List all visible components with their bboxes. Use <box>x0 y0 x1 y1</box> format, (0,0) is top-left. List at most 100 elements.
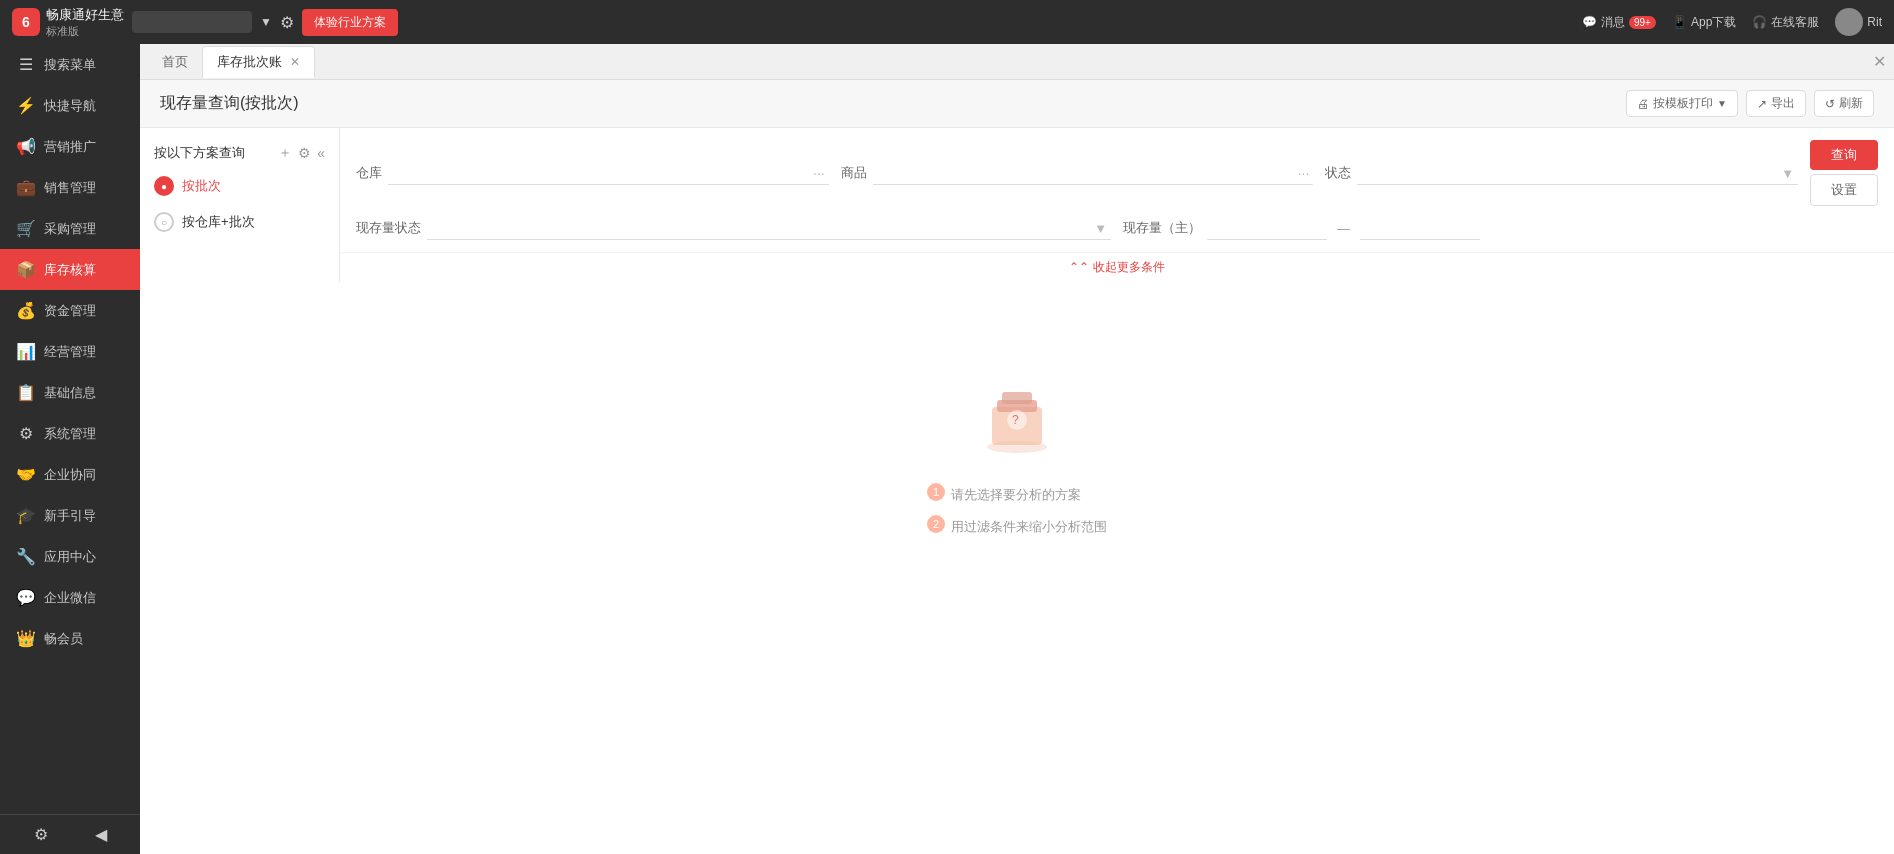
product-input[interactable] <box>873 161 1314 185</box>
user-avatar-item[interactable]: Rit <box>1835 8 1882 36</box>
sidebar-label-search-menu: 搜索菜单 <box>44 56 96 74</box>
tip-2-number: 2 <box>927 515 945 533</box>
brand-name: 畅康通好生意 <box>46 6 124 24</box>
newbie-icon: 🎓 <box>16 506 36 525</box>
settings-icon-button[interactable]: ⚙ <box>280 13 294 32</box>
search-input[interactable] <box>132 11 252 33</box>
logo-area: 6 畅康通好生意 标准版 <box>12 6 124 39</box>
member-icon: 👑 <box>16 629 36 648</box>
sidebar-item-finance[interactable]: 💰 资金管理 <box>0 290 140 331</box>
sidebar-item-newbie[interactable]: 🎓 新手引导 <box>0 495 140 536</box>
online-service-item[interactable]: 🎧 在线客服 <box>1752 14 1819 31</box>
sidebar-settings-button[interactable]: ⚙ <box>34 825 48 844</box>
refresh-button[interactable]: ↺ 刷新 <box>1814 90 1874 117</box>
inventory-amount-to-input[interactable] <box>1360 216 1480 240</box>
sidebar-label-marketing: 营销推广 <box>44 138 96 156</box>
brand-sub: 标准版 <box>46 24 124 39</box>
inventory-status-select[interactable] <box>427 216 1111 240</box>
tip-1-text: 请先选择要分析的方案 <box>951 482 1081 508</box>
product-input-wrapper: ··· <box>873 161 1314 185</box>
tab-close-icon[interactable]: ✕ <box>290 55 300 69</box>
collapse-label: 收起更多条件 <box>1093 260 1165 274</box>
sidebar-item-marketing[interactable]: 📢 营销推广 <box>0 126 140 167</box>
user-name: Rit <box>1867 15 1882 29</box>
print-icon: 🖨 <box>1637 97 1649 111</box>
sidebar-label-app-center: 应用中心 <box>44 548 96 566</box>
app-download-label: App下载 <box>1691 14 1736 31</box>
export-button[interactable]: ↗ 导出 <box>1746 90 1806 117</box>
filter-field-warehouse: 仓库 ··· <box>356 161 829 185</box>
sidebar-item-enterprise-wechat[interactable]: 💬 企业微信 <box>0 577 140 618</box>
sidebar-label-member: 畅会员 <box>44 630 83 648</box>
inventory-amount-from-input[interactable] <box>1207 216 1327 240</box>
warehouse-input[interactable] <box>388 161 829 185</box>
page-header: 现存量查询(按批次) 🖨 按模板打印 ▼ ↗ 导出 ↺ 刷新 <box>140 80 1894 128</box>
tip-2-text: 用过滤条件来缩小分析范围 <box>951 514 1107 540</box>
logo-icon: 6 <box>12 8 40 36</box>
filter-row-2: 现存量状态 ▼ 现存量（主） <box>356 216 1878 240</box>
sidebar-collapse-button[interactable]: ◀ <box>95 825 107 844</box>
action-buttons-wrapper: 查询 设置 <box>1810 140 1878 206</box>
filter-field-product: 商品 ··· <box>841 161 1314 185</box>
print-template-button[interactable]: 🖨 按模板打印 ▼ <box>1626 90 1738 117</box>
status-label: 状态 <box>1325 164 1351 182</box>
tab-panel-close-button[interactable]: ✕ <box>1873 52 1886 71</box>
enterprise-icon: 🤝 <box>16 465 36 484</box>
tab-batch-label: 库存批次账 <box>217 53 282 71</box>
sidebar-item-app-center[interactable]: 🔧 应用中心 <box>0 536 140 577</box>
brand-info: 畅康通好生意 标准版 <box>46 6 124 39</box>
top-bar-left: 6 畅康通好生意 标准版 ▼ ⚙ 体验行业方案 <box>12 6 398 39</box>
sidebar-item-inventory[interactable]: 📦 库存核算 <box>0 249 140 290</box>
collapse-sidebar-button[interactable]: « <box>317 145 325 161</box>
scheme-filled-icon: ● <box>154 176 174 196</box>
dropdown-button[interactable]: ▼ <box>260 15 272 29</box>
finance-icon: 💰 <box>16 301 36 320</box>
status-select[interactable] <box>1357 161 1798 185</box>
sidebar-item-search-menu[interactable]: ☰ 搜索菜单 <box>0 44 140 85</box>
product-more-button[interactable]: ··· <box>1298 165 1310 181</box>
filter-main: 仓库 ··· 商品 ··· <box>340 128 1894 252</box>
sidebar-item-system[interactable]: ⚙ 系统管理 <box>0 413 140 454</box>
tab-batch-account[interactable]: 库存批次账 ✕ <box>202 46 315 78</box>
inventory-icon: 📦 <box>16 260 36 279</box>
top-bar-right: 💬 消息 99+ 📱 App下载 🎧 在线客服 Rit <box>1582 8 1882 36</box>
filter-field-inventory-status: 现存量状态 ▼ <box>356 216 1111 240</box>
sidebar-item-operations[interactable]: 📊 经营管理 <box>0 331 140 372</box>
tab-home[interactable]: 首页 <box>148 47 202 77</box>
app-download-item[interactable]: 📱 App下载 <box>1672 14 1736 31</box>
product-label: 商品 <box>841 164 867 182</box>
sidebar-item-quick-nav[interactable]: ⚡ 快捷导航 <box>0 85 140 126</box>
warehouse-more-button[interactable]: ··· <box>813 165 825 181</box>
add-scheme-button[interactable]: ＋ <box>278 144 292 162</box>
sidebar-label-basics: 基础信息 <box>44 384 96 402</box>
sidebar-item-purchase[interactable]: 🛒 采购管理 <box>0 208 140 249</box>
scheme-item-by-batch[interactable]: ● 按批次 <box>140 168 339 204</box>
scheme-settings-button[interactable]: ⚙ <box>298 145 311 161</box>
sidebar-label-system: 系统管理 <box>44 425 96 443</box>
sidebar-label-newbie: 新手引导 <box>44 507 96 525</box>
query-button[interactable]: 查询 <box>1810 140 1878 170</box>
sidebar-item-basics[interactable]: 📋 基础信息 <box>0 372 140 413</box>
collapse-more-conditions[interactable]: ⌃⌃ 收起更多条件 <box>340 252 1894 282</box>
settings-config-button[interactable]: 设置 <box>1810 174 1878 206</box>
sidebar-item-member[interactable]: 👑 畅会员 <box>0 618 140 659</box>
trial-button[interactable]: 体验行业方案 <box>302 9 398 36</box>
sidebar-label-enterprise-wechat: 企业微信 <box>44 589 96 607</box>
filter-sidebar-title: 按以下方案查询 <box>154 144 245 162</box>
sidebar-item-sales[interactable]: 💼 销售管理 <box>0 167 140 208</box>
filter-row-1: 仓库 ··· 商品 ··· <box>356 140 1878 206</box>
sidebar-label-inventory: 库存核算 <box>44 261 96 279</box>
phone-icon: 📱 <box>1672 15 1687 29</box>
tip-item-1: 1 请先选择要分析的方案 <box>927 482 1107 508</box>
filter-sidebar-actions: ＋ ⚙ « <box>278 144 325 162</box>
sidebar-label-enterprise: 企业协同 <box>44 466 96 484</box>
refresh-icon: ↺ <box>1825 97 1835 111</box>
system-icon: ⚙ <box>16 424 36 443</box>
inventory-status-label: 现存量状态 <box>356 219 421 237</box>
messages-item[interactable]: 💬 消息 99+ <box>1582 14 1656 31</box>
svg-text:?: ? <box>1012 413 1019 427</box>
sidebar-item-enterprise[interactable]: 🤝 企业协同 <box>0 454 140 495</box>
scheme-item-by-warehouse-batch[interactable]: ○ 按仓库+批次 <box>140 204 339 240</box>
status-input-wrapper: ▼ <box>1357 161 1798 185</box>
messages-badge: 99+ <box>1629 16 1656 29</box>
